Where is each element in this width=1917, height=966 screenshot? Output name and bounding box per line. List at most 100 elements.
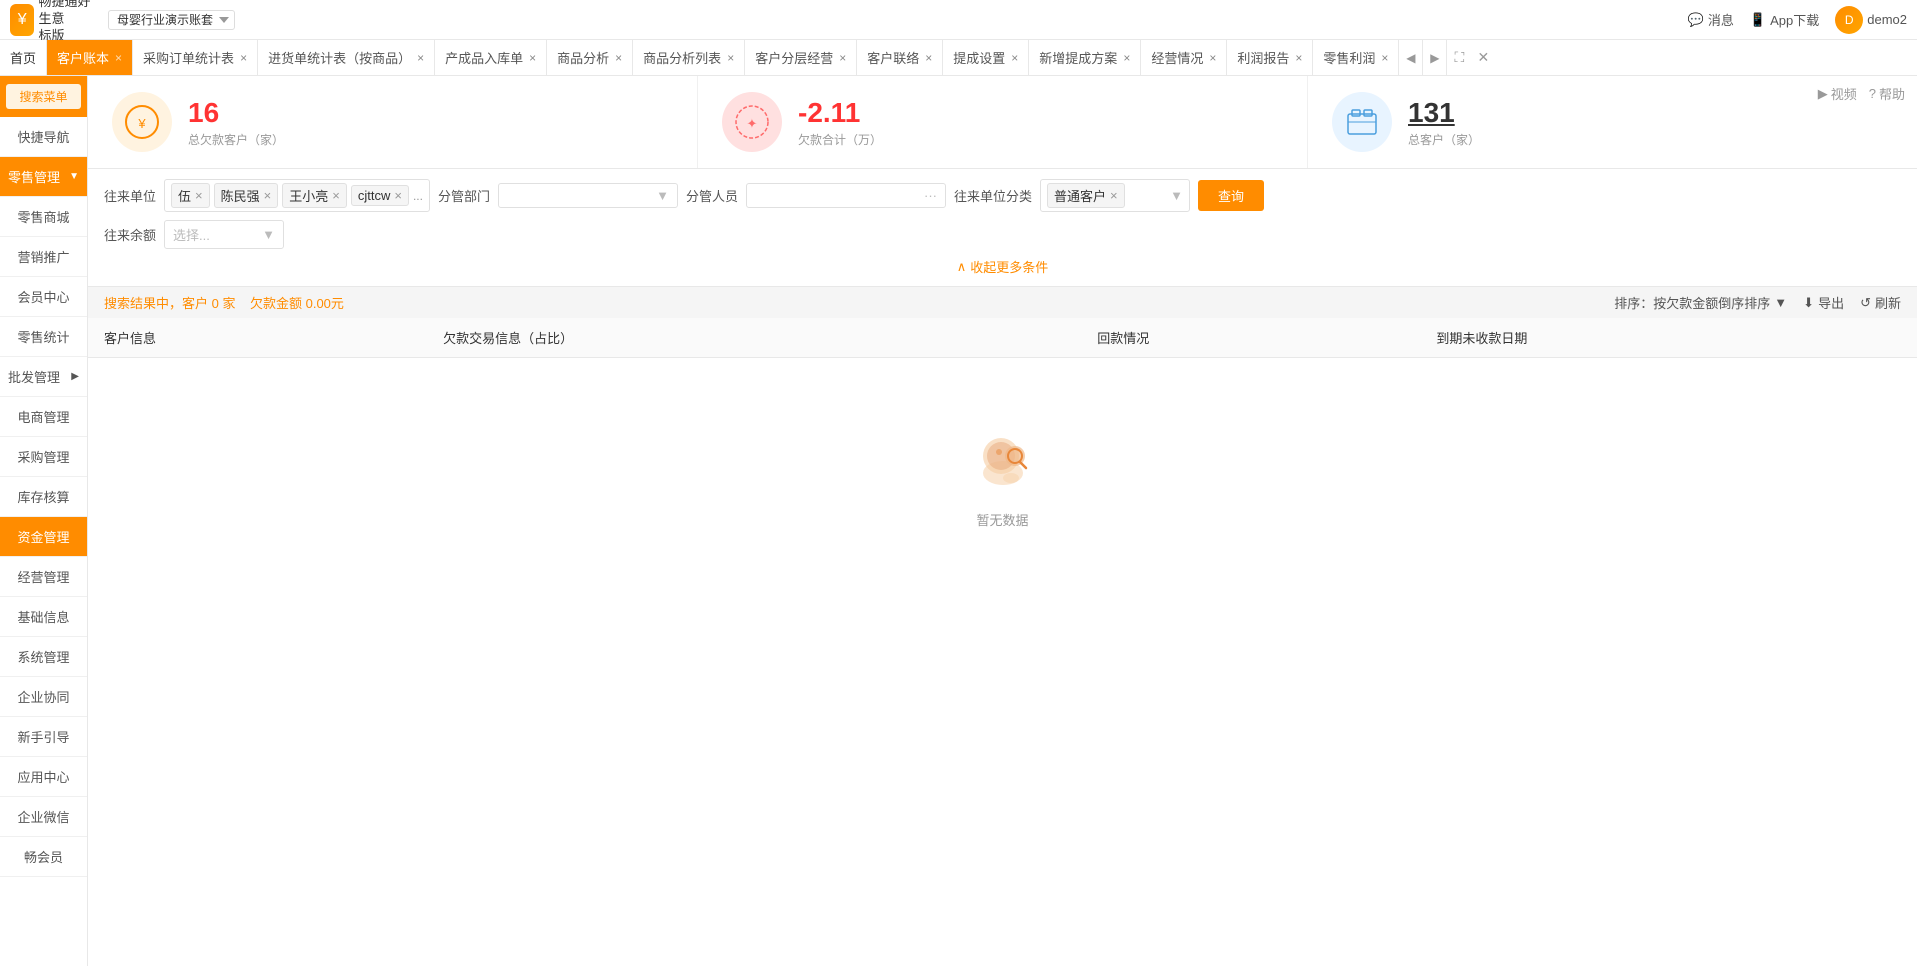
dept-label: 分管部门 [438, 186, 490, 205]
svg-text:¥: ¥ [137, 116, 146, 131]
balance-placeholder: 选择... [173, 225, 210, 244]
tab-close-inbound-stats[interactable]: × [417, 51, 424, 65]
sidebar-item-retail-stats[interactable]: 零售统计 [0, 317, 87, 357]
remove-tag-chen[interactable]: × [264, 188, 272, 203]
demo-selector[interactable]: 母婴行业演示账套 [108, 10, 235, 30]
empty-text: 暂无数据 [976, 510, 1028, 529]
stat-value-customers: 16 [188, 97, 284, 129]
filter-tag-normal-customer[interactable]: 普通客户 × [1047, 183, 1125, 208]
tab-scroll-left[interactable]: ◀ [1399, 40, 1423, 76]
tab-close-product-inbound[interactable]: × [529, 51, 536, 65]
sidebar-item-quick-nav[interactable]: 快捷导航 [0, 117, 87, 157]
main-layout: 搜索菜单 快捷导航 零售管理 ▼ 零售商城 营销推广 会员中心 零售统计 批发管… [0, 76, 1917, 966]
help-btn[interactable]: ? 帮助 [1869, 84, 1905, 103]
filter-tag-cjttcw[interactable]: cjttcw × [351, 185, 409, 206]
tab-close-customer-ledger[interactable]: × [115, 51, 122, 65]
remove-tag-normal-customer[interactable]: × [1110, 188, 1118, 203]
search-menu-button[interactable]: 搜索菜单 [6, 84, 81, 109]
tab-customer-contact[interactable]: 客户联络 × [857, 40, 943, 76]
sort-label: 排序：按欠款金额倒序排序 [1614, 293, 1770, 312]
tab-close-retail-profit[interactable]: × [1381, 51, 1388, 65]
sidebar-item-finance-mgmt[interactable]: 资金管理 [0, 517, 87, 557]
sort-dropdown-icon: ▼ [1774, 295, 1787, 310]
sidebar-item-app-center[interactable]: 应用中心 [0, 757, 87, 797]
sidebar-item-business-mgmt[interactable]: 经营管理 [0, 557, 87, 597]
app-download-btn[interactable]: 📱 App下载 [1750, 10, 1819, 29]
sidebar-item-inventory[interactable]: 库存核算 [0, 477, 87, 517]
tab-customer-ledger[interactable]: 客户账本 × [47, 40, 133, 76]
video-btn[interactable]: ▶ 视频 [1818, 84, 1857, 103]
stat-total-customers: ¥ 16 总欠款客户（家） [88, 76, 698, 168]
sidebar-item-retail-mgmt[interactable]: 零售管理 ▼ [0, 157, 87, 197]
tab-product-analysis[interactable]: 商品分析 × [547, 40, 633, 76]
filter-tag-wang[interactable]: 王小亮 × [282, 183, 347, 208]
tab-close-all[interactable]: ✕ [1471, 40, 1495, 76]
sidebar-item-system-mgmt[interactable]: 系统管理 [0, 637, 87, 677]
tab-fullscreen[interactable]: ⛶ [1447, 40, 1471, 76]
tab-close-customer-contact[interactable]: × [925, 51, 932, 65]
balance-select[interactable]: 选择... ▼ [164, 220, 284, 249]
tab-new-promotion[interactable]: 新增提成方案 × [1029, 40, 1141, 76]
export-button[interactable]: ⬇ 导出 [1803, 293, 1844, 312]
sidebar-item-retail-mall[interactable]: 零售商城 [0, 197, 87, 237]
unit-tag-area[interactable]: 伍 × 陈民强 × 王小亮 × cjttcw × ... [164, 179, 430, 212]
sidebar-item-purchase-mgmt[interactable]: 采购管理 [0, 437, 87, 477]
tab-close-product-analysis[interactable]: × [615, 51, 622, 65]
filter-row-2: 往来余额 选择... ▼ [104, 220, 1901, 249]
balance-label: 往来余额 [104, 225, 156, 244]
tab-product-inbound[interactable]: 产成品入库单 × [435, 40, 547, 76]
tab-business-status[interactable]: 经营情况 × [1141, 40, 1227, 76]
filter-more-tags[interactable]: ... [413, 189, 423, 203]
user-menu[interactable]: D demo2 [1835, 6, 1907, 34]
tab-home[interactable]: 首页 [0, 40, 47, 76]
tab-close-product-analysis-list[interactable]: × [727, 51, 734, 65]
tab-close-promotion-settings[interactable]: × [1011, 51, 1018, 65]
tab-close-new-promotion[interactable]: × [1123, 51, 1130, 65]
sidebar-item-ecommerce-mgmt[interactable]: 电商管理 [0, 397, 87, 437]
tab-close-purchase-order[interactable]: × [240, 51, 247, 65]
tab-profit-report[interactable]: 利润报告 × [1227, 40, 1313, 76]
remove-tag-wu[interactable]: × [195, 188, 203, 203]
sidebar-item-new-guide[interactable]: 新手引导 [0, 717, 87, 757]
table-area: 客户信息 欠款交易信息（占比） 回款情况 到期未收款日期 [88, 318, 1917, 966]
top-bar: ¥ 畅捷通好生意 标版 母婴行业演示账套 💬 消息 📱 App下载 D demo… [0, 0, 1917, 40]
unit-class-tag-area[interactable]: 普通客户 × ▼ [1040, 179, 1190, 212]
tab-close-customer-tier[interactable]: × [839, 51, 846, 65]
refresh-button[interactable]: ↺ 刷新 [1860, 293, 1901, 312]
sidebar-item-basic-info[interactable]: 基础信息 [0, 597, 87, 637]
dept-select[interactable]: ▼ [498, 183, 678, 208]
message-btn[interactable]: 💬 消息 [1688, 10, 1734, 29]
sidebar-item-vip-member[interactable]: 畅会员 [0, 837, 87, 877]
tab-inbound-stats[interactable]: 进货单统计表（按商品） × [258, 40, 435, 76]
result-info: 搜索结果中，客户 0 家 欠款金额 0.00元 [104, 293, 344, 312]
sidebar-item-enterprise-wechat[interactable]: 企业微信 [0, 797, 87, 837]
export-icon: ⬇ [1803, 295, 1814, 311]
tab-scroll-right[interactable]: ▶ [1423, 40, 1447, 76]
sort-select[interactable]: 排序：按欠款金额倒序排序 ▼ [1614, 293, 1787, 312]
query-button[interactable]: 查询 [1198, 180, 1264, 211]
tab-customer-tier[interactable]: 客户分层经营 × [745, 40, 857, 76]
remove-tag-wang[interactable]: × [332, 188, 340, 203]
stat-values-customers: 16 总欠款客户（家） [188, 97, 284, 148]
content-area: ¥ 16 总欠款客户（家） ✦ -2.11 欠款合计 [88, 76, 1917, 966]
sidebar-item-enterprise-collab[interactable]: 企业协同 [0, 677, 87, 717]
stat-value-owed: -2.11 [798, 97, 882, 129]
sidebar-item-wholesale-mgmt[interactable]: 批发管理 ▶ [0, 357, 87, 397]
tab-promotion-settings[interactable]: 提成设置 × [943, 40, 1029, 76]
person-select[interactable]: ··· [746, 183, 946, 208]
sidebar-item-member-center[interactable]: 会员中心 [0, 277, 87, 317]
dept-dropdown-icon: ▼ [656, 188, 669, 203]
tab-close-profit-report[interactable]: × [1295, 51, 1302, 65]
filter-tag-chen[interactable]: 陈民强 × [214, 183, 279, 208]
tab-product-analysis-list[interactable]: 商品分析列表 × [633, 40, 745, 76]
remove-tag-cjttcw[interactable]: × [394, 188, 402, 203]
tab-close-business-status[interactable]: × [1209, 51, 1216, 65]
stat-icon-customers: ¥ [112, 92, 172, 152]
stat-total-owed: ✦ -2.11 欠款合计（万） [698, 76, 1308, 168]
tab-purchase-order[interactable]: 采购订单统计表 × [133, 40, 258, 76]
filter-tag-wu[interactable]: 伍 × [171, 183, 210, 208]
sidebar-item-marketing[interactable]: 营销推广 [0, 237, 87, 277]
filter-collapse-toggle[interactable]: ∧ 收起更多条件 [957, 257, 1049, 276]
logo-icon: ¥ [10, 4, 34, 36]
tab-retail-profit[interactable]: 零售利润 × [1313, 40, 1399, 76]
